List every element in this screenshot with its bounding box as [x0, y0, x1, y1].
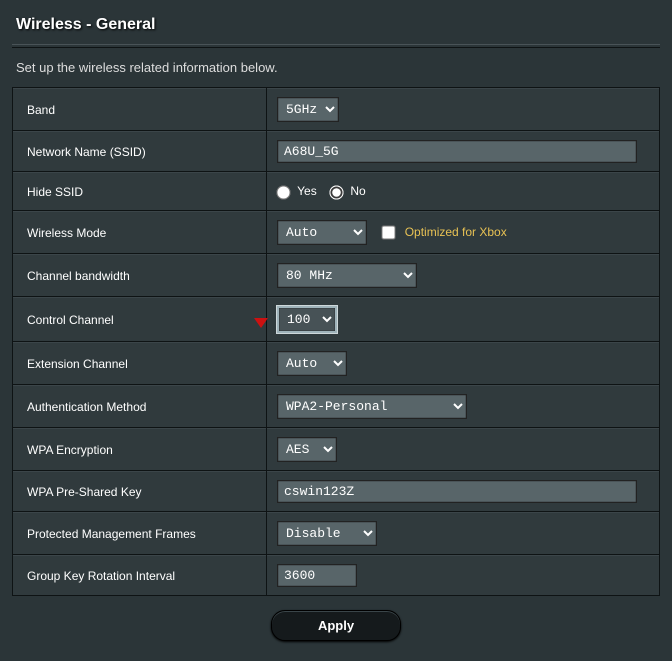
label-hide-ssid: Hide SSID [13, 172, 266, 210]
settings-table: Band 5GHz Network Name (SSID) Hide SSID … [12, 87, 660, 596]
wireless-mode-select[interactable]: Auto [277, 220, 367, 245]
label-control-channel: Control Channel [13, 297, 266, 341]
extension-channel-select[interactable]: Auto [277, 351, 347, 376]
label-psk: WPA Pre-Shared Key [13, 471, 266, 511]
pmf-select[interactable]: Disable [277, 521, 377, 546]
label-ssid: Network Name (SSID) [13, 131, 266, 171]
label-gkri: Group Key Rotation Interval [13, 555, 266, 595]
page-title: Wireless - General [12, 10, 660, 44]
hide-ssid-no-label[interactable]: No [330, 184, 366, 198]
label-channel-bandwidth: Channel bandwidth [13, 254, 266, 296]
hide-ssid-yes-label[interactable]: Yes [277, 184, 320, 198]
wpa-encryption-select[interactable]: AES [277, 437, 337, 462]
hide-ssid-yes-radio[interactable] [276, 185, 290, 199]
hide-ssid-no-radio[interactable] [329, 185, 343, 199]
xbox-checkbox[interactable] [382, 226, 396, 240]
xbox-label: Optimized for Xbox [405, 225, 507, 239]
divider [12, 47, 660, 48]
psk-input[interactable] [277, 480, 637, 503]
ssid-input[interactable] [277, 140, 637, 163]
gkri-input[interactable] [277, 564, 357, 587]
channel-bandwidth-select[interactable]: 80 MHz [277, 263, 417, 288]
auth-method-select[interactable]: WPA2-Personal [277, 394, 467, 419]
band-select[interactable]: 5GHz [277, 97, 339, 122]
label-pmf: Protected Management Frames [13, 512, 266, 554]
label-wireless-mode: Wireless Mode [13, 211, 266, 253]
label-extension-channel: Extension Channel [13, 342, 266, 384]
page-description: Set up the wireless related information … [12, 60, 660, 87]
label-auth-method: Authentication Method [13, 385, 266, 427]
apply-button[interactable]: Apply [271, 610, 401, 641]
label-band: Band [13, 88, 266, 130]
marker-icon [254, 318, 268, 328]
divider [12, 44, 660, 45]
control-channel-select[interactable]: 100 [277, 306, 337, 333]
label-wpa-encryption: WPA Encryption [13, 428, 266, 470]
